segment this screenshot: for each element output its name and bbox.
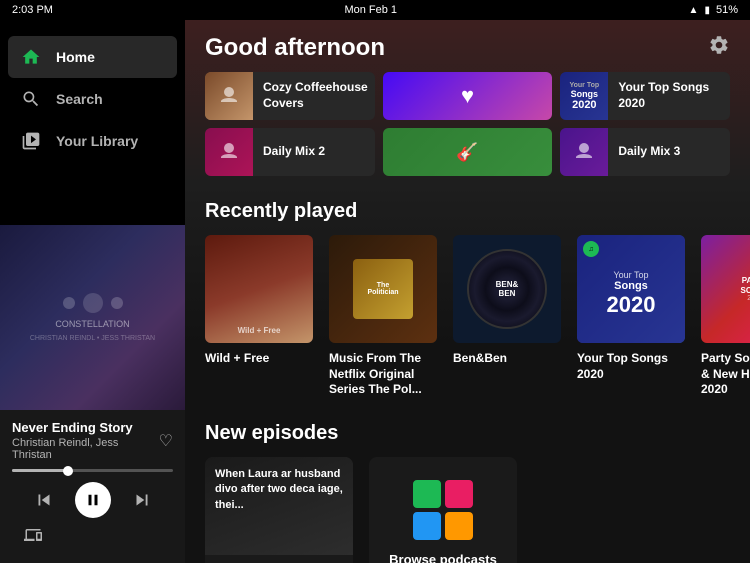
track-name: Never Ending Story: [12, 420, 159, 435]
battery-icon: ▮: [704, 5, 710, 16]
quick-item-liked[interactable]: ♥ Liked Songs: [383, 72, 553, 120]
card-benben[interactable]: BEN&BEN Ben&Ben: [453, 235, 561, 398]
progress-fill: [12, 469, 68, 472]
sidebar-nav: Home Search: [0, 20, 185, 178]
now-playing-section: CONSTELLATION CHRISTIAN REINDL • JESS TH…: [0, 225, 185, 563]
main-header: Good afternoon: [185, 20, 750, 72]
album-art-title: CONSTELLATION: [45, 319, 139, 329]
now-playing-info: Never Ending Story Christian Reindl, Jes…: [0, 410, 185, 563]
wifi-icon: ▲: [689, 5, 699, 16]
search-label: Search: [56, 91, 103, 107]
sidebar-item-home[interactable]: Home: [8, 36, 177, 78]
status-date: Mon Feb 1: [344, 4, 397, 16]
vinyl-art: BEN&BEN: [467, 249, 547, 329]
card-wild-free[interactable]: Wild + Free Wild + Free: [205, 235, 313, 398]
partysongs-title: Party Songs 2021 & New Hits 2021 + 2020: [701, 351, 750, 398]
topsongs2020-title: Your Top Songs 2020: [577, 351, 685, 382]
recently-played-header: Recently played: [185, 192, 750, 235]
progress-bar[interactable]: [12, 469, 173, 472]
card-partysongs[interactable]: PARTYSONGS 2021 Party Songs 2021 & New H…: [701, 235, 750, 398]
track-artist: Christian Reindl, Jess Thristan: [12, 437, 159, 461]
main-content: Good afternoon: [185, 20, 750, 563]
devices-icon[interactable]: [24, 526, 42, 547]
quick-item-topsongs[interactable]: Your Top Songs 2020 Your Top Songs 2020: [560, 72, 730, 120]
quick-picks-grid: Cozy Coffeehouse Covers ♥ Liked Songs Yo…: [185, 72, 750, 192]
library-icon: [20, 130, 42, 152]
quick-item-coffeehouse[interactable]: Cozy Coffeehouse Covers: [205, 72, 375, 120]
wild-free-title: Wild + Free: [205, 351, 313, 367]
quick-item-dailymix2[interactable]: Daily Mix 2: [205, 128, 375, 176]
library-label: Your Library: [56, 133, 138, 149]
skip-forward-button[interactable]: [129, 487, 155, 513]
sidebar-item-search[interactable]: Search: [8, 78, 177, 120]
new-episodes-title: New episodes: [205, 422, 338, 445]
netflix-title: Music From The Netflix Original Series T…: [329, 351, 437, 398]
battery-level: 51%: [716, 4, 738, 16]
greeting: Good afternoon: [205, 34, 385, 62]
recently-played-cards: Wild + Free Wild + Free ThePolitician: [185, 235, 750, 414]
album-art-subtitle: CHRISTIAN REINDL • JESS THRISTAN: [30, 335, 155, 342]
card-topsongs2020[interactable]: ♫ Your Top Songs 2020 Your Top Songs 202…: [577, 235, 685, 398]
benben-title: Ben&Ben: [453, 351, 561, 367]
album-art: CONSTELLATION CHRISTIAN REINDL • JESS TH…: [0, 225, 185, 410]
recently-played-title: Recently played: [205, 200, 357, 223]
quick-item-dailymix3[interactable]: Daily Mix 3: [560, 128, 730, 176]
settings-button[interactable]: [708, 34, 730, 62]
episode-card-browse[interactable]: Browse podcasts Find new shows you'll lo…: [369, 457, 517, 563]
status-bar: 2:03 PM Mon Feb 1 ▲ ▮ 51%: [0, 0, 750, 20]
play-pause-button[interactable]: [75, 482, 111, 518]
episodes-row: When Laura ar husband divo after two dec…: [185, 457, 750, 563]
topsongs-label: Your Top Songs 2020: [618, 80, 730, 111]
coffeehouse-label: Cozy Coffeehouse Covers: [263, 80, 375, 111]
search-icon: [20, 88, 42, 110]
home-icon: [20, 46, 42, 68]
episode-card-silence[interactable]: When Laura ar husband divo after two dec…: [205, 457, 353, 563]
sidebar: Home Search: [0, 20, 185, 563]
sidebar-item-library[interactable]: Your Library: [8, 120, 177, 162]
status-time: 2:03 PM: [12, 4, 53, 16]
bottom-icons: [12, 526, 173, 557]
card-netflix[interactable]: ThePolitician Music From The Netflix Ori…: [329, 235, 437, 398]
skip-back-button[interactable]: [31, 487, 57, 513]
home-label: Home: [56, 49, 95, 65]
dailymix3-label: Daily Mix 3: [618, 144, 680, 160]
dailymix2-label: Daily Mix 2: [263, 144, 325, 160]
quick-item-acoustic[interactable]: 🎸 Acoustic Favorites: [383, 128, 553, 176]
new-episodes-header: New episodes: [185, 414, 750, 457]
status-right: ▲ ▮ 51%: [689, 4, 738, 16]
spotify-badge: ♫: [583, 241, 599, 257]
progress-dot: [63, 466, 73, 476]
playback-controls: [12, 476, 173, 526]
heart-button[interactable]: ♡: [159, 431, 173, 451]
